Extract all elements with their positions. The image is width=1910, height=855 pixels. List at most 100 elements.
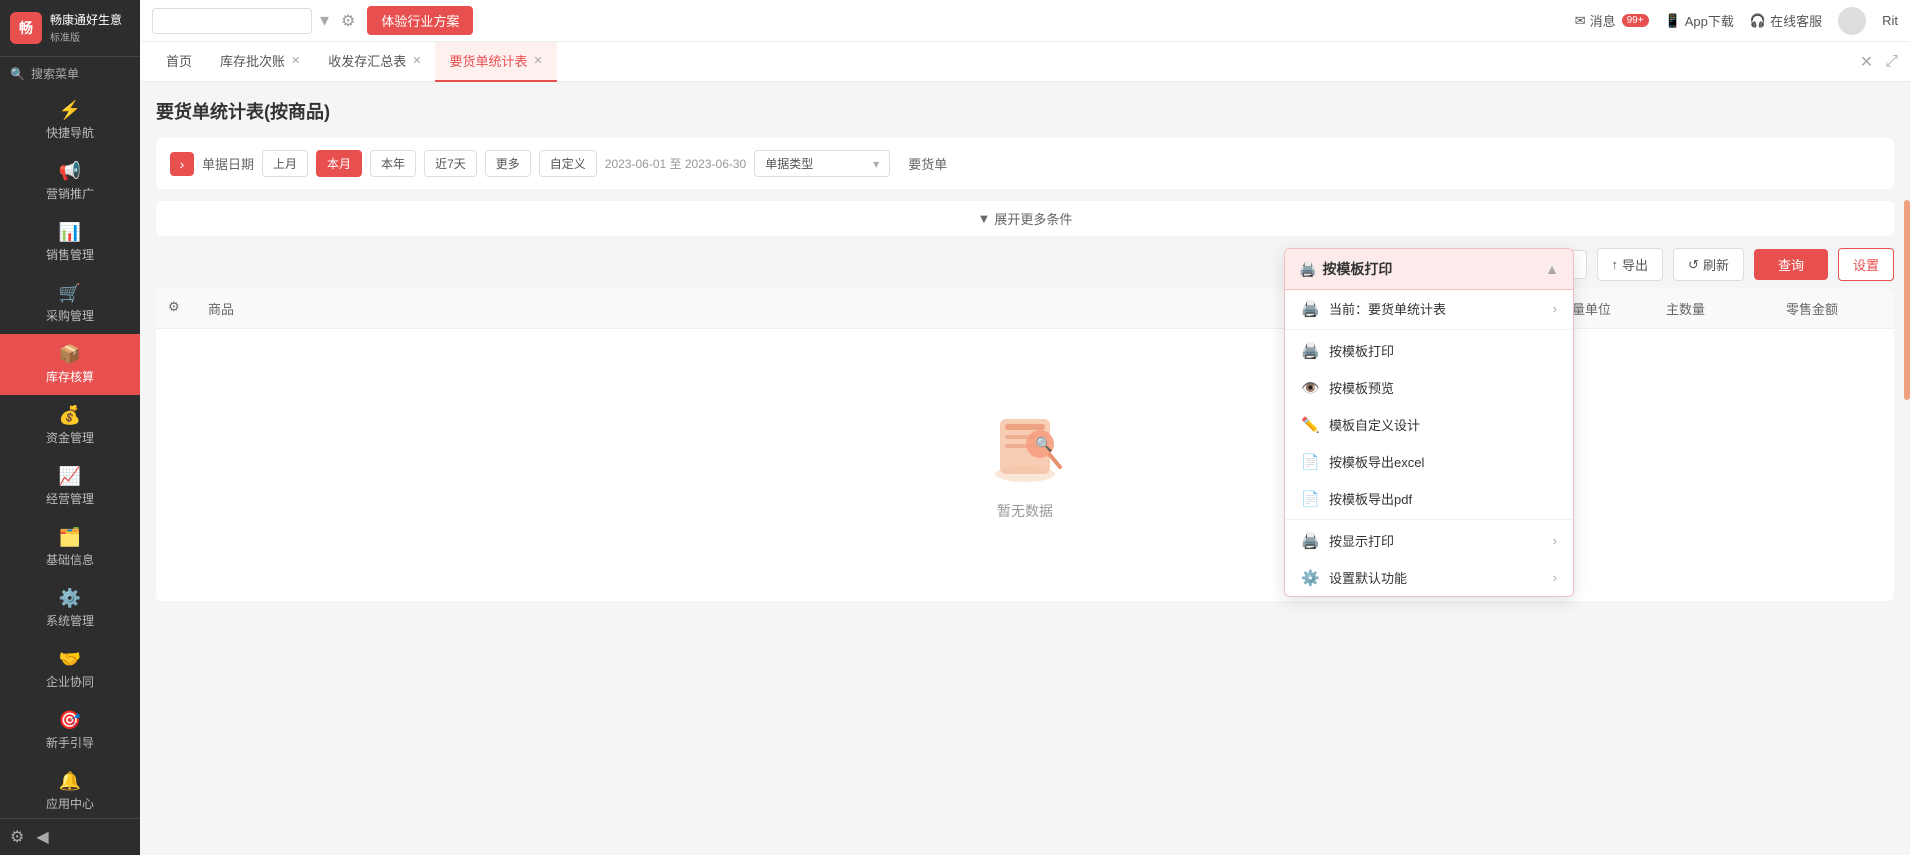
sidebar-item-label: 系统管理 [46,612,94,629]
industry-solution-button[interactable]: 体验行业方案 [367,6,473,35]
topbar-dropdown-arrow[interactable]: ▾ [320,10,329,31]
online-service-button[interactable]: 🎧 在线客服 [1750,11,1822,30]
tab-order-stats-close[interactable]: ✕ [534,54,543,67]
export-label: 导出 [1622,255,1648,274]
sidebar-item-marketing[interactable]: 📢 营销推广 [0,151,140,212]
online-service-label: 在线客服 [1770,11,1822,30]
print-menu-set-default[interactable]: ⚙️ 设置默认功能 › [1285,559,1573,596]
filter-7days[interactable]: 近7天 [424,150,477,177]
excel-icon: 📄 [1301,453,1319,471]
filter-custom[interactable]: 自定义 [539,150,597,177]
sidebar-item-label: 采购管理 [46,307,94,324]
filter-this-year[interactable]: 本年 [370,150,416,177]
print-menu-template-preview[interactable]: 👁️ 按模板预览 [1285,369,1573,406]
expand-label: 展开更多条件 [994,209,1072,228]
settings-button[interactable]: 设置 [1838,248,1894,281]
display-print-arrow: › [1553,533,1557,548]
sidebar-item-finance[interactable]: 💰 资金管理 [0,395,140,456]
print-menu-display-print[interactable]: 🖨️ 按显示打印 › [1285,522,1573,559]
system-icon: ⚙️ [59,588,81,609]
design-icon: ✏️ [1301,416,1319,434]
sidebar-item-label: 基础信息 [46,551,94,568]
topbar-search-input[interactable] [152,8,312,34]
filter-type-label: 单据类型 [765,155,813,172]
set-default-icon: ⚙️ [1301,569,1319,587]
print-menu-template-print[interactable]: 🖨️ 按模板打印 [1285,332,1573,369]
divider-1 [1285,329,1573,330]
empty-illustration: 🔍 [975,389,1075,489]
app-download-label: App下载 [1685,11,1734,30]
filter-more[interactable]: 更多 [485,150,531,177]
sidebar: 畅 畅康通好生意 标准版 🔍 搜索菜单 ⚡ 快捷导航 📢 营销推广 📊 销售管理… [0,0,140,855]
tab-batch-account-close[interactable]: ✕ [291,54,300,67]
tab-order-stats[interactable]: 要货单统计表 ✕ [435,42,556,82]
topbar-right: ✉ 消息 99+ 📱 App下载 🎧 在线客服 Rit [1575,7,1898,35]
sidebar-item-operations[interactable]: 📈 经营管理 [0,456,140,517]
sidebar-item-guide[interactable]: 🎯 新手引导 [0,700,140,761]
filter-expand-button[interactable]: ▼ 展开更多条件 [978,209,1073,228]
message-button[interactable]: ✉ 消息 99+ [1575,11,1649,30]
purchase-icon: 🛒 [59,283,81,304]
sidebar-item-purchase[interactable]: 🛒 采购管理 [0,273,140,334]
topbar: ▾ ⚙ 体验行业方案 ✉ 消息 99+ 📱 App下载 🎧 在线客服 Rit [140,0,1910,42]
print-menu-current[interactable]: 🖨️ 当前：要货单统计表 › [1285,290,1573,327]
sidebar-item-basic[interactable]: 🗂️ 基础信息 [0,517,140,578]
app-logo-text: 畅康通好生意 标准版 [50,12,122,44]
query-button[interactable]: 查询 [1754,249,1828,280]
sidebar-item-appstore[interactable]: 🔔 应用中心 [0,761,140,818]
refresh-button[interactable]: ↺ 刷新 [1673,248,1744,281]
sidebar-search-label: 搜索菜单 [31,65,79,82]
sidebar-logo: 畅 畅康通好生意 标准版 [0,0,140,57]
sidebar-item-label: 快捷导航 [46,124,94,141]
scrollbar[interactable] [1904,200,1910,400]
sidebar-item-inventory[interactable]: 📦 库存核算 [0,334,140,395]
sidebar-item-sales[interactable]: 📊 销售管理 [0,212,140,273]
tab-home[interactable]: 首页 [152,42,206,82]
sidebar-item-enterprise[interactable]: 🤝 企业协同 [0,639,140,700]
sidebar-item-quick-nav[interactable]: ⚡ 快捷导航 [0,90,140,151]
app-logo-icon: 畅 [10,12,42,44]
tab-receipt-summary-label: 收发存汇总表 [328,51,406,70]
pdf-icon: 📄 [1301,490,1319,508]
avatar[interactable] [1838,7,1866,35]
settings-bottom-icon[interactable]: ⚙ [10,827,24,847]
tab-receipt-summary-close[interactable]: ✕ [412,54,421,67]
app-download-button[interactable]: 📱 App下载 [1665,11,1734,30]
display-print-label: 按显示打印 [1329,531,1394,550]
maximize-icon[interactable]: ⤢ [1885,53,1898,71]
topbar-gear-icon[interactable]: ⚙ [341,11,355,31]
main-content: ▾ ⚙ 体验行业方案 ✉ 消息 99+ 📱 App下载 🎧 在线客服 Rit 首… [140,0,1910,855]
sidebar-bottom: ⚙ ◀ [0,818,140,855]
printer-small-icon: 🖨️ [1301,300,1319,318]
export-button[interactable]: ↑ 导出 [1597,248,1664,281]
operations-icon: 📈 [59,466,81,487]
template-design-label: 模板自定义设计 [1329,415,1420,434]
filter-type-select[interactable]: 单据类型 ▾ [754,150,890,177]
tabs-close-all: ✕ ⤢ [1840,52,1898,72]
tab-batch-account-label: 库存批次账 [220,51,285,70]
print-menu-template-pdf[interactable]: 📄 按模板导出pdf [1285,480,1573,517]
tab-batch-account[interactable]: 库存批次账 ✕ [206,42,314,82]
data-table: ⚙ 商品 主计量单位 主数量 零售金额 🔍 [156,289,1894,601]
tab-receipt-summary[interactable]: 收发存汇总表 ✕ [314,42,435,82]
headset-icon: 🎧 [1750,13,1766,29]
finance-icon: 💰 [59,405,81,426]
close-all-icon[interactable]: ✕ [1860,52,1873,72]
tab-home-label: 首页 [166,51,192,70]
username-label: Rit [1882,13,1898,28]
export-icon: ↑ [1612,257,1619,272]
print-dropdown-title: 🖨️ 按模板打印 [1299,259,1392,279]
print-menu-template-design[interactable]: ✏️ 模板自定义设计 [1285,406,1573,443]
filter-last-month[interactable]: 上月 [262,150,308,177]
print-dropdown-close-icon[interactable]: ▲ [1545,261,1559,277]
sidebar-search[interactable]: 🔍 搜索菜单 [0,57,140,90]
filter-this-month[interactable]: 本月 [316,150,362,177]
app-download-icon: 📱 [1665,13,1681,29]
svg-text:🔍: 🔍 [1035,435,1052,453]
print-menu-template-excel[interactable]: 📄 按模板导出excel [1285,443,1573,480]
collapse-icon[interactable]: ◀ [36,827,48,847]
filter-collapse-button[interactable]: › [170,152,194,176]
col-settings[interactable]: ⚙ [156,289,196,328]
template-print-label: 按模板打印 [1329,341,1394,360]
sidebar-item-system[interactable]: ⚙️ 系统管理 [0,578,140,639]
